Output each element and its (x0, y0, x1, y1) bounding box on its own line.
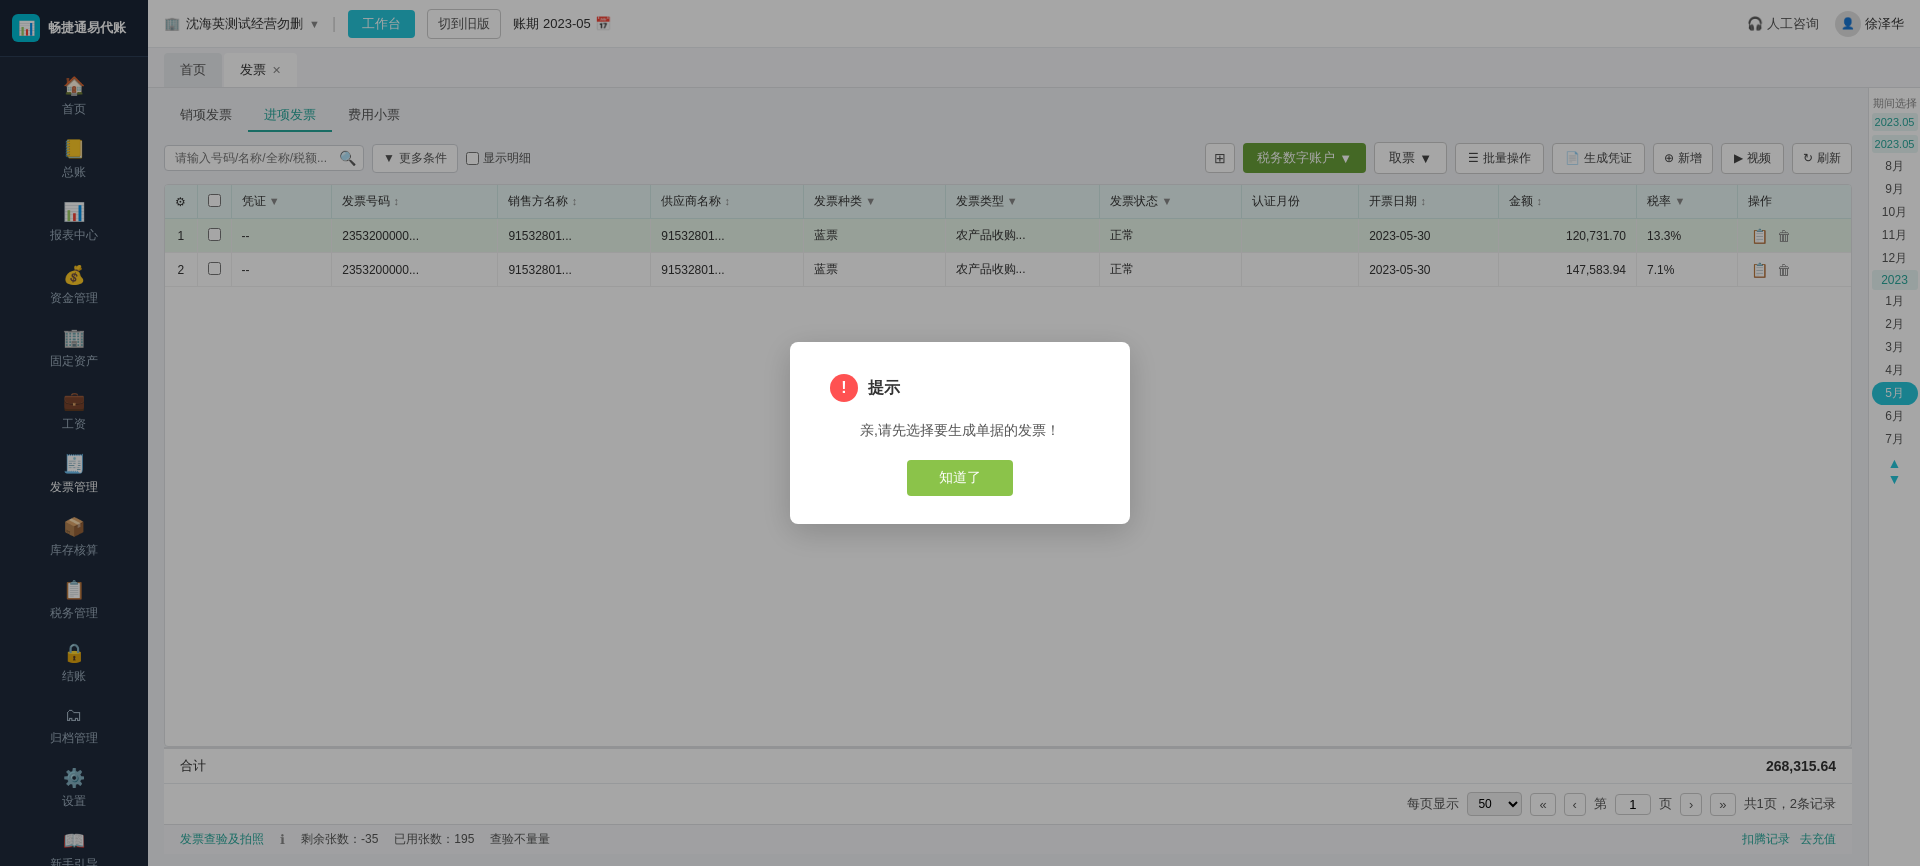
modal-box: ! 提示 亲,请先选择要生成单据的发票！ 知道了 (790, 342, 1130, 524)
modal-header: ! 提示 (830, 374, 900, 402)
modal-confirm-button[interactable]: 知道了 (907, 460, 1013, 496)
warning-icon: ! (830, 374, 858, 402)
modal-message: 亲,请先选择要生成单据的发票！ (830, 422, 1090, 440)
modal-title: 提示 (868, 378, 900, 399)
modal-overlay: ! 提示 亲,请先选择要生成单据的发票！ 知道了 (0, 0, 1920, 866)
